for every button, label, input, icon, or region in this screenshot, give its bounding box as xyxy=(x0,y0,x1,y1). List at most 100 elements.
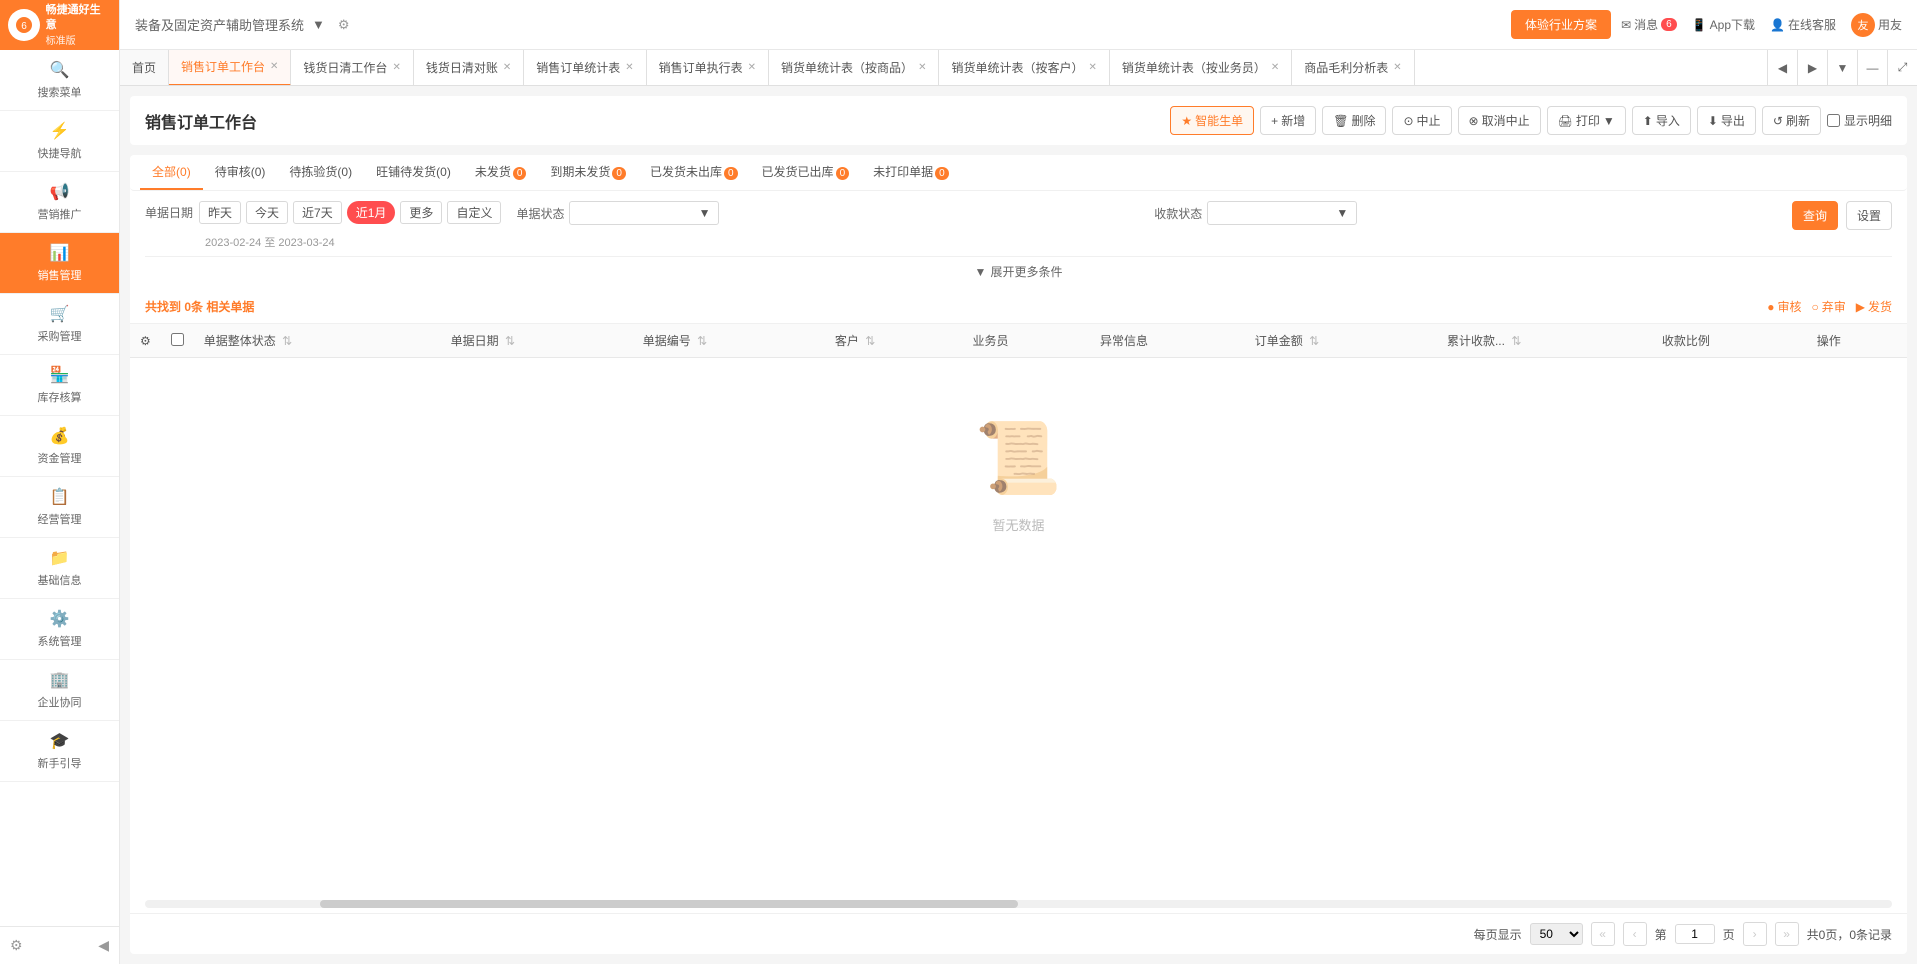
sort-number-icon[interactable]: ⇅ xyxy=(697,334,707,348)
expand-filter-button[interactable]: ▼ 展开更多条件 xyxy=(975,263,1063,280)
ship-action-button[interactable]: ▶ 发货 xyxy=(1856,298,1892,315)
sidebar-item-operations[interactable]: 📋 经营管理 xyxy=(0,477,119,538)
message-button[interactable]: ✉ 消息 6 xyxy=(1621,16,1677,33)
tab-close-summary-product[interactable]: ✕ xyxy=(918,62,926,73)
sort-collected-icon[interactable]: ⇅ xyxy=(1511,334,1521,348)
tab-close-cash-daily[interactable]: ✕ xyxy=(392,62,400,73)
last-page-button[interactable]: » xyxy=(1775,922,1799,946)
collapse-sidebar-icon[interactable]: ◀ xyxy=(98,937,109,954)
total-pages-label: 共0页，0条记录 xyxy=(1807,926,1892,943)
show-detail-checkbox[interactable]: 显示明细 xyxy=(1827,112,1892,129)
scrollbar-thumb[interactable] xyxy=(320,900,1019,908)
system-dropdown[interactable]: ▼ xyxy=(312,17,325,32)
sidebar-item-guide[interactable]: 🎓 新手引导 xyxy=(0,721,119,782)
cancel-review-action-button[interactable]: ○ 弃审 xyxy=(1811,298,1845,315)
data-table-wrap: ⚙ 单据整体状态 ⇅ 单据日期 ⇅ 单据编号 xyxy=(130,324,1907,895)
subtab-shipped-not-out[interactable]: 已发货未出库0 xyxy=(638,155,750,190)
tab-scroll-left[interactable]: ◀ xyxy=(1767,50,1797,86)
solution-button[interactable]: 体验行业方案 xyxy=(1511,10,1611,39)
settings-gear-icon[interactable]: ⚙ xyxy=(10,937,23,954)
tab-summary-product[interactable]: 销货单统计表（按商品） ✕ xyxy=(769,50,939,86)
tab-more-dropdown[interactable]: ▼ xyxy=(1827,50,1857,86)
user-menu-button[interactable]: 友 用友 xyxy=(1851,13,1902,37)
tab-close-sales-exec[interactable]: ✕ xyxy=(748,62,756,73)
col-settings[interactable]: ⚙ xyxy=(130,324,161,358)
date-btn-today[interactable]: 今天 xyxy=(246,201,288,224)
query-button[interactable]: 查询 xyxy=(1792,201,1838,230)
sidebar-item-finance[interactable]: 💰 资金管理 xyxy=(0,416,119,477)
tab-summary-customer[interactable]: 销货单统计表（按客户） ✕ xyxy=(939,50,1109,86)
subtab-shipped-out[interactable]: 已发货已出库0 xyxy=(750,155,862,190)
print-button[interactable]: 🖨 打印 ▼ xyxy=(1547,106,1626,135)
date-btn-1month[interactable]: 近1月 xyxy=(347,201,396,224)
tab-minimize[interactable]: — xyxy=(1857,50,1887,86)
tab-close-summary-staff[interactable]: ✕ xyxy=(1271,62,1279,73)
subtab-wangpu[interactable]: 旺铺待发货(0) xyxy=(364,155,463,190)
tab-close-gross-profit[interactable]: ✕ xyxy=(1393,62,1401,73)
date-btn-custom[interactable]: 自定义 xyxy=(447,201,501,224)
sort-customer-icon[interactable]: ⇅ xyxy=(865,334,875,348)
sidebar-item-sales[interactable]: 📊 销售管理 xyxy=(0,233,119,294)
setting-button[interactable]: 设置 xyxy=(1846,201,1892,230)
tab-home[interactable]: 首页 xyxy=(120,50,169,86)
stop-button[interactable]: ⊙ 中止 xyxy=(1392,106,1451,135)
tab-expand[interactable]: ⤢ xyxy=(1887,50,1917,86)
per-page-select[interactable]: 20 50 100 200 xyxy=(1530,923,1583,945)
sort-status-icon[interactable]: ⇅ xyxy=(282,334,292,348)
tab-close-summary-customer[interactable]: ✕ xyxy=(1088,62,1096,73)
subtab-not-printed[interactable]: 未打印单据0 xyxy=(861,155,961,190)
tab-gross-profit[interactable]: 商品毛利分析表 ✕ xyxy=(1292,50,1414,86)
prev-page-button[interactable]: ‹ xyxy=(1623,922,1647,946)
subtab-expired-not-shipped[interactable]: 到期未发货0 xyxy=(538,155,638,190)
next-page-button[interactable]: › xyxy=(1743,922,1767,946)
subtab-not-shipped[interactable]: 未发货0 xyxy=(463,155,539,190)
tab-close-sales-workbench[interactable]: ✕ xyxy=(270,61,278,72)
select-all-checkbox[interactable] xyxy=(171,333,184,346)
date-btn-7days[interactable]: 近7天 xyxy=(293,201,342,224)
first-page-button[interactable]: « xyxy=(1591,922,1615,946)
date-btn-more[interactable]: 更多 xyxy=(400,201,442,224)
smart-generate-button[interactable]: ★ 智能生单 xyxy=(1170,106,1254,135)
sidebar-item-inventory[interactable]: 🏪 库存核算 xyxy=(0,355,119,416)
horizontal-scrollbar[interactable] xyxy=(145,900,1892,908)
subtab-all[interactable]: 全部(0) xyxy=(140,155,203,190)
cancel-stop-button[interactable]: ⊗ 取消中止 xyxy=(1458,106,1541,135)
online-service-button[interactable]: 👤 在线客服 xyxy=(1770,16,1836,33)
tab-cash-daily[interactable]: 钱货日清工作台 ✕ xyxy=(291,50,413,86)
page-number-input[interactable] xyxy=(1675,924,1715,944)
sidebar-item-marketing[interactable]: 📢 营销推广 xyxy=(0,172,119,233)
add-button[interactable]: + 新增 xyxy=(1260,106,1316,135)
tab-close-sales-stats[interactable]: ✕ xyxy=(625,62,633,73)
home-tab-label: 首页 xyxy=(132,59,156,76)
delete-button[interactable]: 🗑 删除 xyxy=(1322,106,1386,135)
tab-scroll-right[interactable]: ▶ xyxy=(1797,50,1827,86)
subtab-pending-check[interactable]: 待拣验货(0) xyxy=(277,155,364,190)
settings-topbar-icon[interactable]: ⚙ xyxy=(338,17,350,33)
sidebar-item-base[interactable]: 📁 基础信息 xyxy=(0,538,119,599)
filter-payment: 收款状态 ▼ xyxy=(1154,201,1777,225)
review-action-button[interactable]: ● 审核 xyxy=(1767,298,1801,315)
sidebar-item-purchase[interactable]: 🛒 采购管理 xyxy=(0,294,119,355)
status-select[interactable]: ▼ xyxy=(569,201,719,225)
app-download-button[interactable]: 📱 App下载 xyxy=(1692,16,1755,33)
sidebar-item-system[interactable]: ⚙️ 系统管理 xyxy=(0,599,119,660)
tab-sales-exec[interactable]: 销售订单执行表 ✕ xyxy=(647,50,769,86)
payment-select[interactable]: ▼ xyxy=(1207,201,1357,225)
col-checkbox[interactable] xyxy=(161,324,194,358)
date-btn-yesterday[interactable]: 昨天 xyxy=(199,201,241,224)
sidebar-item-search[interactable]: 🔍 搜索菜单 xyxy=(0,50,119,111)
tab-sales-stats[interactable]: 销售订单统计表 ✕ xyxy=(524,50,646,86)
subtab-pending-review[interactable]: 待审核(0) xyxy=(203,155,278,190)
refresh-button[interactable]: ↺ 刷新 xyxy=(1762,106,1821,135)
sort-amount-icon[interactable]: ⇅ xyxy=(1309,334,1319,348)
import-button[interactable]: ⬆ 导入 xyxy=(1632,106,1691,135)
sidebar-item-enterprise[interactable]: 🏢 企业协同 xyxy=(0,660,119,721)
sort-date-icon[interactable]: ⇅ xyxy=(505,334,515,348)
export-button[interactable]: ⬇ 导出 xyxy=(1697,106,1756,135)
tab-sales-workbench[interactable]: 销售订单工作台 ✕ xyxy=(169,50,291,86)
tab-close-cash-reconcile[interactable]: ✕ xyxy=(503,62,511,73)
sidebar-item-quicknav[interactable]: ⚡ 快捷导航 xyxy=(0,111,119,172)
tab-cash-reconcile[interactable]: 钱货日清对账 ✕ xyxy=(414,50,524,86)
show-detail-input[interactable] xyxy=(1827,114,1840,127)
tab-summary-staff[interactable]: 销货单统计表（按业务员） ✕ xyxy=(1110,50,1292,86)
